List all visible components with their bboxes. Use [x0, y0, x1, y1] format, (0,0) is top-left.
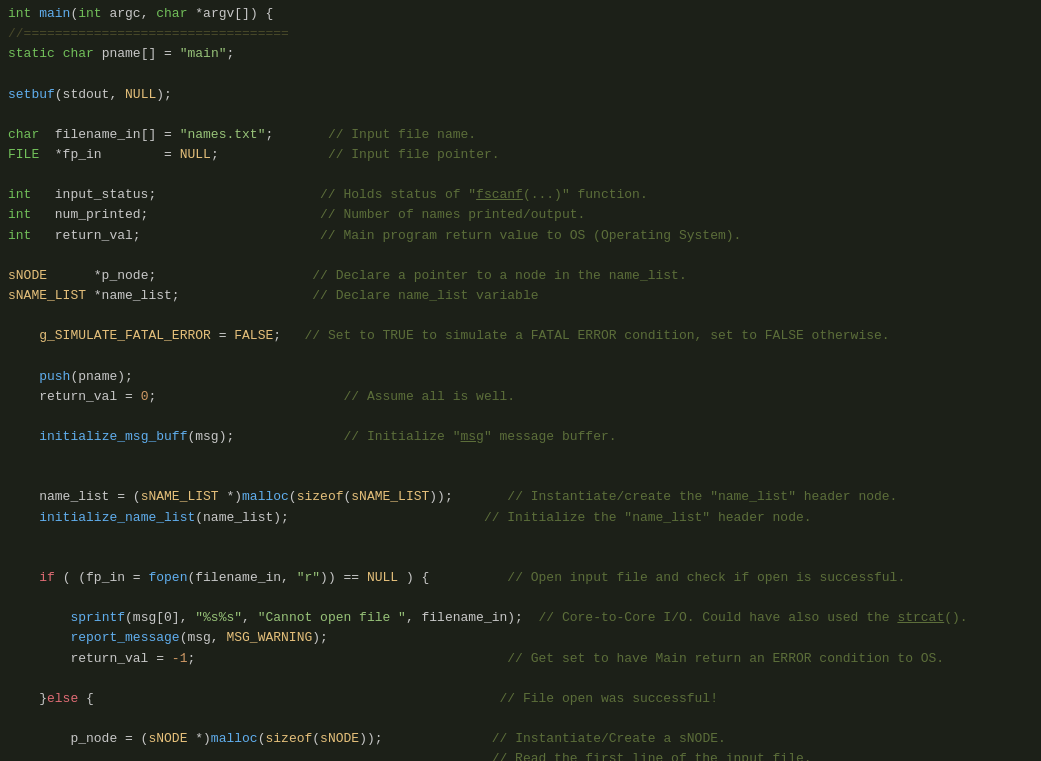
line-26: initialize_name_list(name_list); // Init…	[8, 508, 1041, 528]
line-31: sprintf(msg[0], "%s%s", "Cannot open fil…	[8, 608, 1041, 628]
line-23	[8, 447, 1041, 467]
line-15: sNAME_LIST *name_list; // Declare name_l…	[8, 286, 1041, 306]
line-28	[8, 548, 1041, 568]
line-7: char filename_in[] = "names.txt"; // Inp…	[8, 125, 1041, 145]
line-30	[8, 588, 1041, 608]
line-37: p_node = (sNODE *)malloc(sizeof(sNODE));…	[8, 729, 1041, 749]
line-34	[8, 669, 1041, 689]
line-25: name_list = (sNAME_LIST *)malloc(sizeof(…	[8, 487, 1041, 507]
line-14: sNODE *p_node; // Declare a pointer to a…	[8, 266, 1041, 286]
line-17: g_SIMULATE_FATAL_ERROR = FALSE; // Set t…	[8, 326, 1041, 346]
line-3: static char pname[] = "main";	[8, 44, 1041, 64]
line-36	[8, 709, 1041, 729]
line-24	[8, 467, 1041, 487]
line-20: return_val = 0; // Assume all is well.	[8, 387, 1041, 407]
line-35: }else { // File open was successful!	[8, 689, 1041, 709]
line-29: if ( (fp_in = fopen(filename_in, "r")) =…	[8, 568, 1041, 588]
line-21	[8, 407, 1041, 427]
line-19: push(pname);	[8, 367, 1041, 387]
line-27	[8, 528, 1041, 548]
line-22: initialize_msg_buff(msg); // Initialize …	[8, 427, 1041, 447]
line-8: FILE *fp_in = NULL; // Input file pointe…	[8, 145, 1041, 165]
line-12: int return_val; // Main program return v…	[8, 226, 1041, 246]
line-2: //==================================	[8, 24, 1041, 44]
line-9	[8, 165, 1041, 185]
line-10: int input_status; // Holds status of "fs…	[8, 185, 1041, 205]
line-18	[8, 346, 1041, 366]
line-13	[8, 246, 1041, 266]
line-16	[8, 306, 1041, 326]
line-5: setbuf(stdout, NULL);	[8, 85, 1041, 105]
line-32: report_message(msg, MSG_WARNING);	[8, 628, 1041, 648]
line-6	[8, 105, 1041, 125]
line-11: int num_printed; // Number of names prin…	[8, 205, 1041, 225]
line-4	[8, 64, 1041, 84]
line-1: int main(int argc, char *argv[]) {	[8, 4, 1041, 24]
code-editor: int main(int argc, char *argv[]) { //===…	[0, 0, 1041, 761]
line-38: // Read the first line of the input file…	[8, 749, 1041, 761]
line-33: return_val = -1; // Get set to have Main…	[8, 649, 1041, 669]
